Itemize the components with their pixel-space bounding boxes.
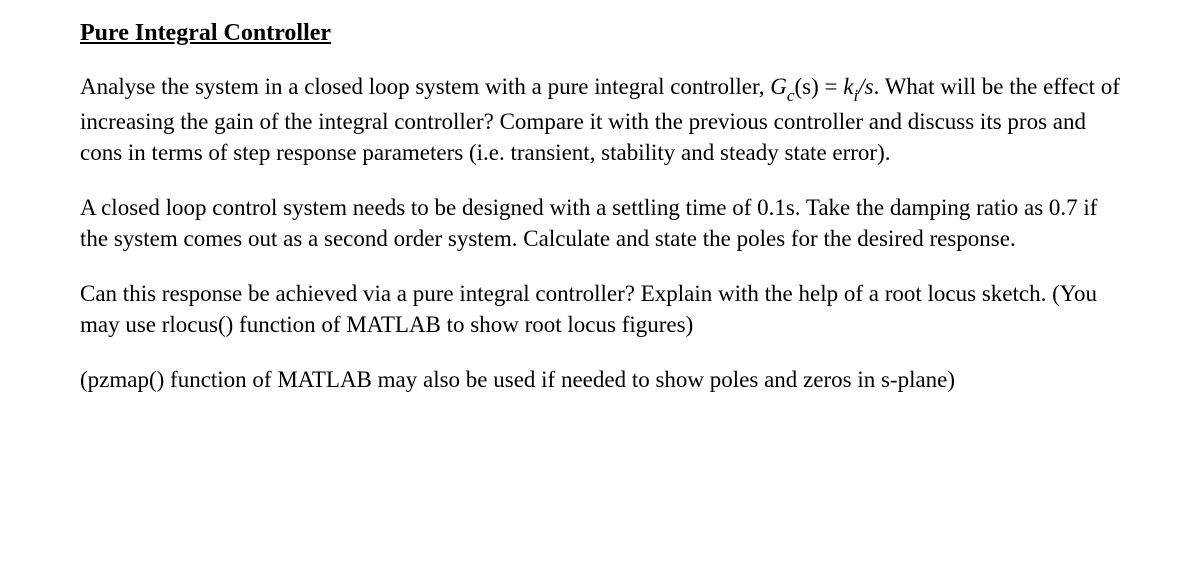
paragraph-2: A closed loop control system needs to be… — [80, 192, 1121, 254]
p1-gc-c: c — [787, 86, 795, 105]
paragraph-1: Analyse the system in a closed loop syst… — [80, 71, 1121, 168]
p1-gc-g: G — [770, 74, 787, 99]
p1-text-1: Analyse the system in a closed loop syst… — [80, 74, 770, 99]
paragraph-3: Can this response be achieved via a pure… — [80, 278, 1121, 340]
document-content: Pure Integral Controller Analyse the sys… — [0, 0, 1201, 439]
p1-gc-paren: (s) = — [795, 74, 844, 99]
p1-ki-rest: /s — [858, 74, 873, 99]
paragraph-4: (pzmap() function of MATLAB may also be … — [80, 364, 1121, 395]
p1-ki-i: i — [853, 86, 858, 105]
p1-ki-k: k — [843, 74, 853, 99]
section-heading: Pure Integral Controller — [80, 20, 1121, 47]
